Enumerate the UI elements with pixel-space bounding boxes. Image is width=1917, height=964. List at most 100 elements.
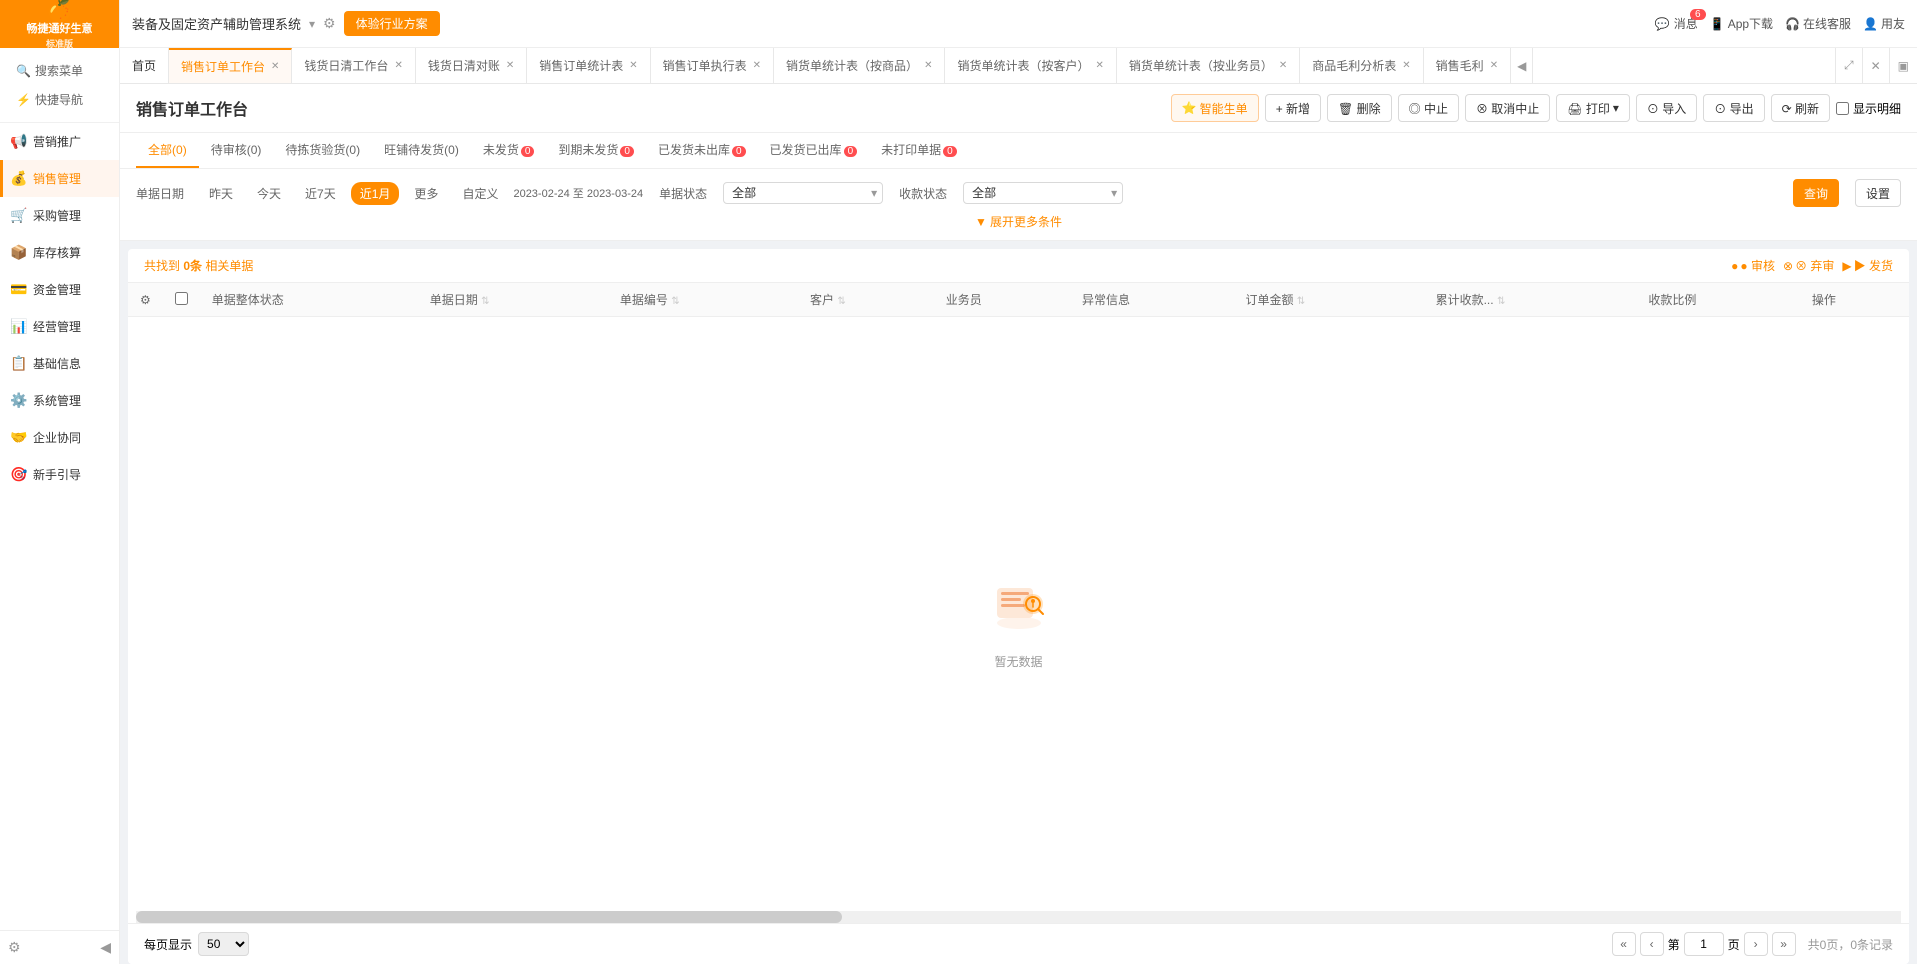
app-download-btn[interactable]: 📱 App下载 [1710,15,1773,32]
tab-close-sales-customer[interactable]: ✕ [1095,60,1103,71]
select-all-checkbox[interactable] [175,292,188,305]
stop-button[interactable]: ◎ 中止 [1398,94,1459,122]
date-btn-custom[interactable]: 自定义 [453,182,507,205]
tab-close-sales-order[interactable]: ✕ [271,61,279,72]
col-date-sort[interactable]: ⇅ [481,296,489,307]
collapse-icon[interactable]: ◀ [100,939,111,956]
export-button[interactable]: ⊙ 导出 [1703,94,1764,122]
tab-sales-customer[interactable]: 销货单统计表（按客户） ✕ [945,48,1116,84]
cancel-approve-action-btn[interactable]: ⊗ ⊗ 弃审 [1783,257,1834,274]
tab-close-sales-more[interactable]: ✕ [1490,60,1498,71]
tab-home[interactable]: 首页 [120,48,169,84]
sidebar-item-inventory[interactable]: 📦 库存核算 [0,234,119,271]
sidebar-item-operations[interactable]: 📊 经营管理 [0,308,119,345]
date-btn-1month[interactable]: 近1月 [351,182,400,205]
tab-close-gross-profit[interactable]: ✕ [1402,60,1410,71]
date-btn-more[interactable]: 更多 [405,182,447,205]
tab-sales-more[interactable]: 销售毛利 ✕ [1424,48,1511,84]
date-btn-today[interactable]: 今天 [248,182,290,205]
subtab-pending-review[interactable]: 待审核(0) [199,133,274,168]
last-page-btn[interactable]: » [1772,932,1796,956]
settings-icon[interactable]: ⚙ [8,939,21,956]
sidebar-item-sales[interactable]: 💰 销售管理 [0,160,119,197]
print-button[interactable]: 🖨 打印 ▾ [1556,94,1630,122]
sidebar-item-purchase[interactable]: 🛒 采购管理 [0,197,119,234]
operations-icon: 📊 [11,319,27,335]
tab-gross-profit[interactable]: 商品毛利分析表 ✕ [1300,48,1423,84]
page-size-select[interactable]: 10 20 50 100 [198,932,249,956]
date-btn-7days[interactable]: 近7天 [296,182,345,205]
tab-close-cash-account[interactable]: ✕ [506,60,514,71]
approve-action-btn[interactable]: ● ● 审核 [1731,257,1775,274]
set-button[interactable]: 设置 [1855,179,1901,207]
tab-close-sales-exec[interactable]: ✕ [753,60,761,71]
tab-scroll-left[interactable]: ◀ [1511,48,1533,84]
subtab-overdue[interactable]: 到期未发货0 [546,133,646,168]
scroll-track[interactable] [136,911,1901,923]
tab-close-cashier[interactable]: ✕ [394,60,402,71]
import-button[interactable]: ⊙ 导入 [1636,94,1697,122]
subtab-wangpu[interactable]: 旺铺待发货(0) [372,133,471,168]
tab-sales-exec[interactable]: 销售订单执行表 ✕ [651,48,774,84]
smart-gen-button[interactable]: ⭐ 智能生单 [1171,94,1259,122]
tab-sales-staff[interactable]: 销货单统计表（按业务员） ✕ [1117,48,1300,84]
sidebar-item-basic[interactable]: 📋 基础信息 [0,345,119,382]
chevron-down-icon[interactable]: ▾ [309,17,315,31]
sidebar-item-marketing[interactable]: 📢 营销推广 [0,123,119,160]
show-detail-checkbox-wrap[interactable]: 显示明细 [1836,100,1901,117]
date-btn-yesterday[interactable]: 昨天 [200,182,242,205]
query-button[interactable]: 查询 [1793,179,1839,207]
sidebar-item-cooperation[interactable]: 🤝 企业协同 [0,419,119,456]
sidebar-item-system[interactable]: ⚙️ 系统管理 [0,382,119,419]
prev-page-btn[interactable]: ‹ [1640,932,1664,956]
trial-btn[interactable]: 体验行业方案 [344,11,440,36]
col-customer-sort[interactable]: ⇅ [837,296,845,307]
subtab-not-printed[interactable]: 未打印单据0 [869,133,969,168]
tab-close-all[interactable]: ✕ [1862,48,1889,84]
tab-close-sales-staff[interactable]: ✕ [1279,60,1287,71]
tab-menu[interactable]: ▣ [1889,48,1917,84]
refresh-button[interactable]: ⟳ 刷新 [1771,94,1830,122]
tab-maximize[interactable]: ⤢ [1835,48,1862,84]
subtab-shipped-out[interactable]: 已发货已出库0 [758,133,870,168]
tab-close-sales-product[interactable]: ✕ [924,60,932,71]
sidebar-item-guide[interactable]: 🎯 新手引导 [0,456,119,493]
tab-close-sales-stat[interactable]: ✕ [629,60,637,71]
delete-button[interactable]: 🗑 删除 [1327,94,1392,122]
subtab-all[interactable]: 全部(0) [136,133,199,168]
tab-sales-stat[interactable]: 销售订单统计表 ✕ [527,48,650,84]
subtab-pending-inspect[interactable]: 待拣货验货(0) [273,133,372,168]
tab-cashier[interactable]: 钱货日清工作台 ✕ [292,48,415,84]
expand-btn[interactable]: ▼ 展开更多条件 [975,213,1062,230]
status-select[interactable]: 全部 审核 未审核 [723,182,883,204]
cancel-stop-button[interactable]: ⊗ 取消中止 [1465,94,1550,122]
page-number-input[interactable] [1684,932,1724,956]
ship-action-btn[interactable]: ▶ ▶ 发货 [1842,257,1893,274]
user-btn[interactable]: 👤 用友 [1863,15,1905,32]
col-staff: 业务员 [934,283,1070,317]
col-settings-icon[interactable]: ⚙ [140,293,151,307]
online-service-btn[interactable]: 🎧 在线客服 [1785,15,1851,32]
tab-sales-product[interactable]: 销货单统计表（按商品） ✕ [774,48,945,84]
message-btn[interactable]: 💬 消息 6 [1655,15,1698,32]
settings-gear-icon[interactable]: ⚙ [323,15,336,32]
payment-select[interactable]: 全部 已收款 未收款 [963,182,1123,204]
first-page-btn[interactable]: « [1612,932,1636,956]
expand-row: ▼ 展开更多条件 [136,213,1901,230]
tab-cash-account[interactable]: 钱货日清对账 ✕ [416,48,527,84]
show-detail-checkbox[interactable] [1836,102,1849,115]
next-page-btn[interactable]: › [1744,932,1768,956]
col-amount-sort[interactable]: ⇅ [1297,296,1305,307]
sidebar-item-finance[interactable]: 💳 资金管理 [0,271,119,308]
tab-sales-order[interactable]: 销售订单工作台 ✕ [169,48,292,84]
subtab-not-shipped[interactable]: 未发货0 [471,133,547,168]
col-collected-sort[interactable]: ⇅ [1497,296,1505,307]
subtab-shipped-not-out[interactable]: 已发货未出库0 [646,133,758,168]
col-number-sort[interactable]: ⇅ [671,296,679,307]
scroll-thumb[interactable] [136,911,842,923]
nav-label-purchase: 采购管理 [33,207,81,224]
add-button[interactable]: + 新增 [1265,94,1321,122]
quick-nav-item[interactable]: ⚡ 快捷导航 [8,85,111,114]
search-menu-item[interactable]: 🔍 搜索菜单 [8,56,111,85]
tab-actions: ⤢ ✕ ▣ [1835,48,1917,84]
